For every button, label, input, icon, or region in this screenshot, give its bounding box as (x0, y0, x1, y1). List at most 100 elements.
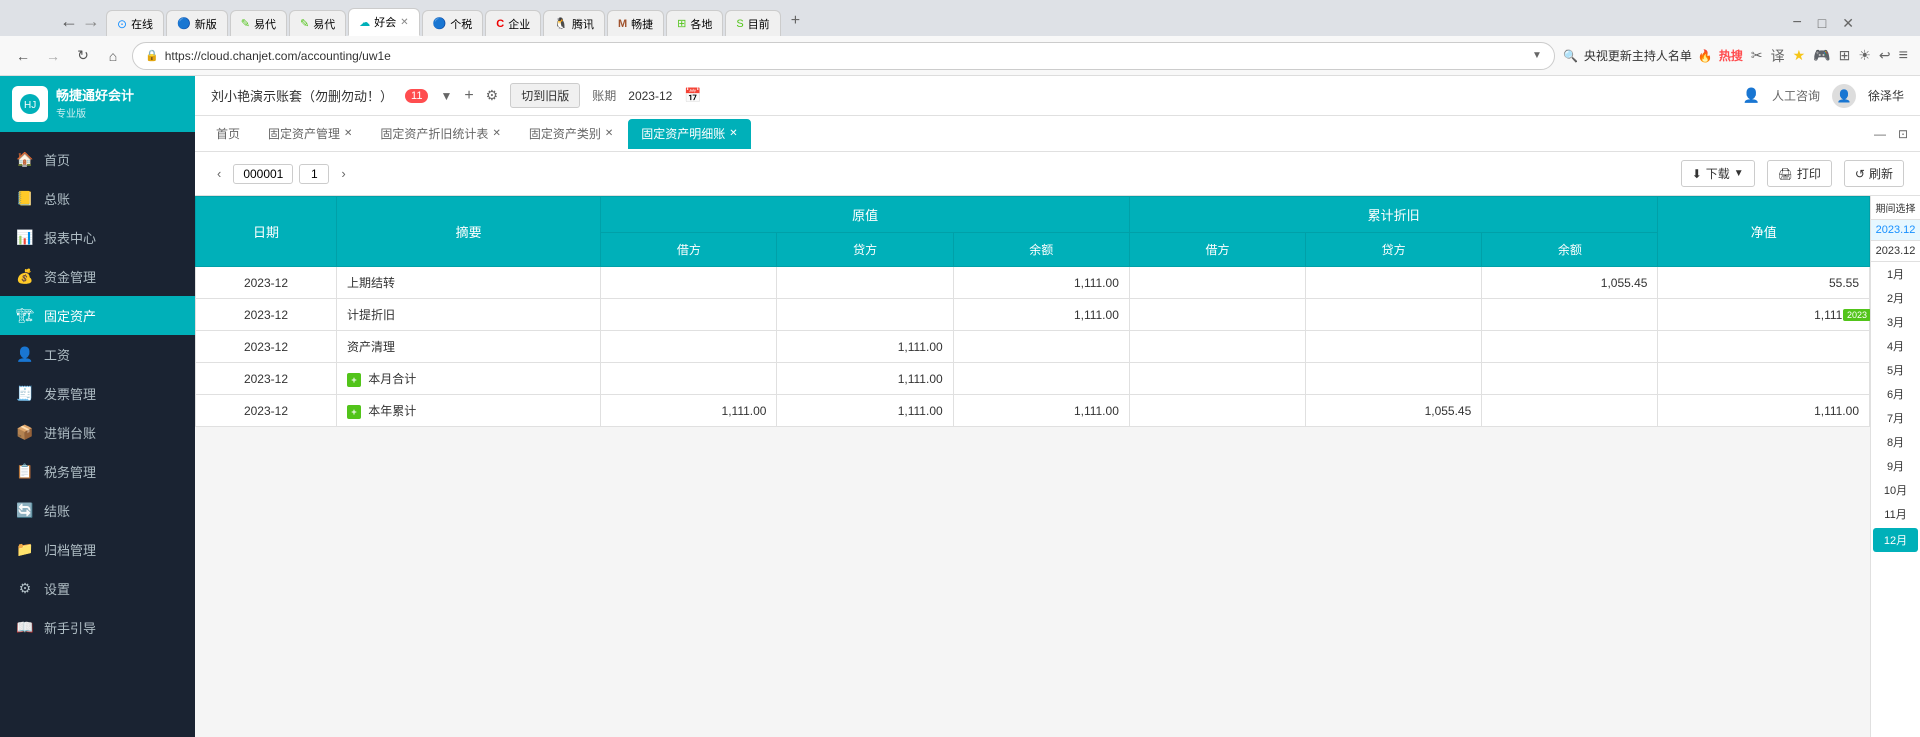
new-tab-btn[interactable]: + (783, 10, 808, 36)
period-item-10[interactable]: 10月 (1871, 478, 1920, 502)
cell-acc-credit-3 (1306, 363, 1482, 395)
sidebar-item-home[interactable]: 🏠 首页 (0, 140, 195, 179)
tab-app-home[interactable]: 首页 (203, 119, 253, 149)
period-item-1[interactable]: 1月 (1871, 262, 1920, 286)
more-icon[interactable]: ≡ (1899, 47, 1908, 65)
sidebar-item-settlement[interactable]: 🔄 结账 (0, 491, 195, 530)
period-item-2[interactable]: 2月 (1871, 286, 1920, 310)
page-num-input[interactable] (299, 164, 329, 184)
tab-gesui[interactable]: 🔵 个税 (422, 10, 484, 36)
tab-changjie[interactable]: M 畅捷 (607, 10, 664, 36)
sidebar-item-fixed-assets[interactable]: 🏗 固定资产 (0, 296, 195, 335)
period-item-8[interactable]: 8月 (1871, 430, 1920, 454)
cell-net-value-0: 55.55 (1658, 267, 1870, 299)
nav-refresh-btn[interactable]: ↻ (72, 45, 94, 67)
search-area[interactable]: 🔍 央视更新主持人名单 🔥 热搜 (1563, 47, 1743, 64)
sidebar-item-purchase-sales[interactable]: 📦 进销台账 (0, 413, 195, 452)
sidebar-item-invoice[interactable]: 🧾 发票管理 (0, 374, 195, 413)
period-item-5[interactable]: 5月 (1871, 358, 1920, 382)
tab-close-asset-category[interactable]: ✕ (605, 128, 613, 139)
browser-nav-bar: ← → ↻ ⌂ 🔒 https://cloud.chanjet.com/acco… (0, 36, 1920, 76)
cell-summary-3: + 本月合计 (336, 363, 600, 395)
tab-muqian[interactable]: S 目前 (725, 10, 780, 36)
tab-qiye[interactable]: C 企业 (485, 10, 541, 36)
tab-yidai2[interactable]: ✎ 易代 (289, 10, 346, 36)
period-item-11[interactable]: 11月 (1871, 502, 1920, 526)
url-bar[interactable]: 🔒 https://cloud.chanjet.com/accounting/u… (132, 42, 1555, 70)
prev-page-btn[interactable]: ‹ (211, 164, 227, 183)
tab-restore-icon[interactable]: ⊡ (1894, 125, 1912, 143)
tab-yidai1[interactable]: ✎ 易代 (230, 10, 287, 36)
sidebar-item-tax[interactable]: 📋 税务管理 (0, 452, 195, 491)
tab-app-asset-detail[interactable]: 固定资产明细账 ✕ (628, 119, 750, 149)
translate-icon[interactable]: 译 (1771, 46, 1785, 66)
topbar-dropdown-icon[interactable]: ▼ (440, 89, 452, 103)
game-icon[interactable]: 🎮 (1813, 47, 1830, 64)
tab-gedi[interactable]: ⊞ 各地 (666, 10, 723, 36)
nav-back-btn[interactable]: ← (12, 45, 34, 67)
tab-minimize-icon[interactable]: — (1870, 125, 1890, 143)
next-page-btn[interactable]: › (335, 164, 351, 183)
tab-app-asset-category[interactable]: 固定资产类别 ✕ (516, 119, 626, 149)
topbar-switch-btn[interactable]: 切到旧版 (510, 83, 580, 108)
tab-app-depreciation-stats[interactable]: 固定资产折旧统计表 ✕ (367, 119, 513, 149)
star-icon[interactable]: ★ (1793, 47, 1806, 64)
topbar-service-label[interactable]: 人工咨询 (1772, 87, 1820, 104)
grid-icon[interactable]: ⊞ (1839, 47, 1851, 64)
print-btn[interactable]: 🖨 打印 (1767, 160, 1832, 187)
tab-icon-zaixin: ⊙ (117, 17, 127, 31)
window-minimize-icon[interactable]: − (1786, 14, 1807, 32)
cell-orig-balance-0: 1,111.00 (953, 267, 1129, 299)
scissors-icon[interactable]: ✂ (1751, 47, 1763, 64)
tax-icon: 📋 (16, 463, 34, 481)
tab-xinban[interactable]: 🔵 新版 (166, 10, 228, 36)
sidebar-label-reports: 报表中心 (44, 228, 96, 247)
sidebar-item-general-ledger[interactable]: 📒 总账 (0, 179, 195, 218)
nav-forward-btn[interactable]: → (42, 45, 64, 67)
topbar-add-icon[interactable]: + (464, 87, 473, 105)
topbar-calendar-icon[interactable]: 📅 (684, 87, 701, 104)
tab-fixed-assets-mgmt-label: 固定资产管理 (268, 125, 340, 142)
download-btn[interactable]: ⬇ 下载 ▼ (1681, 160, 1755, 187)
cell-orig-balance-1: 1,111.00 (953, 299, 1129, 331)
period-item-6[interactable]: 6月 (1871, 382, 1920, 406)
tab-zaixin[interactable]: ⊙ 在线 (106, 10, 164, 36)
tab-close-haohui[interactable]: ✕ (400, 17, 408, 28)
sidebar-item-guide[interactable]: 📖 新手引导 (0, 608, 195, 647)
sidebar-item-reports[interactable]: 📊 报表中心 (0, 218, 195, 257)
topbar-gear-icon[interactable]: ⚙ (486, 87, 499, 104)
sidebar-item-funds[interactable]: 💰 资金管理 (0, 257, 195, 296)
tab-app-fixed-assets-mgmt[interactable]: 固定资产管理 ✕ (255, 119, 365, 149)
tab-close-asset-detail[interactable]: ✕ (729, 128, 737, 139)
sidebar-item-archive[interactable]: 📁 归档管理 (0, 530, 195, 569)
refresh-btn[interactable]: ↺ 刷新 (1844, 160, 1904, 187)
period-item-3[interactable]: 3月 (1871, 310, 1920, 334)
window-close-icon[interactable]: ✕ (1836, 15, 1860, 32)
customer-service-icon[interactable]: 👤 (1743, 87, 1760, 104)
period-item-2023-12-1[interactable]: 2023.12 (1871, 220, 1920, 241)
tab-tencent[interactable]: 🐧 腾讯 (543, 10, 605, 36)
sidebar-item-salary[interactable]: 👤 工资 (0, 335, 195, 374)
period-item-4[interactable]: 4月 (1871, 334, 1920, 358)
sun-icon[interactable]: ☀ (1858, 47, 1871, 64)
browser-back-icon[interactable]: ← (60, 11, 78, 32)
tab-close-depreciation-stats[interactable]: ✕ (492, 128, 500, 139)
tab-haohui[interactable]: ☁ 好会 ✕ (348, 8, 419, 36)
period-item-9[interactable]: 9月 (1871, 454, 1920, 478)
table-header-row-1: 日期 摘要 原值 累计折旧 净值 (196, 197, 1870, 233)
tab-close-fixed-assets-mgmt[interactable]: ✕ (344, 128, 352, 139)
url-dropdown-icon[interactable]: ▼ (1532, 50, 1542, 61)
topbar-avatar[interactable]: 👤 (1832, 84, 1856, 108)
period-item-7[interactable]: 7月 (1871, 406, 1920, 430)
window-restore-icon[interactable]: □ (1812, 15, 1832, 31)
cell-acc-balance-1 (1482, 299, 1658, 331)
period-item-12[interactable]: 12月 (1873, 528, 1918, 552)
history-icon[interactable]: ↩ (1879, 47, 1891, 64)
cell-acc-credit-1 (1306, 299, 1482, 331)
period-item-2023-12-2[interactable]: 2023.12 (1871, 241, 1920, 262)
sidebar-item-settings[interactable]: ⚙ 设置 (0, 569, 195, 608)
page-code-input[interactable] (233, 164, 293, 184)
topbar-count-badge: 11 (405, 89, 428, 103)
ledger-table-container: 日期 摘要 原值 累计折旧 净值 借方 贷方 余额 借方 (195, 196, 1870, 737)
nav-home-btn[interactable]: ⌂ (102, 45, 124, 67)
